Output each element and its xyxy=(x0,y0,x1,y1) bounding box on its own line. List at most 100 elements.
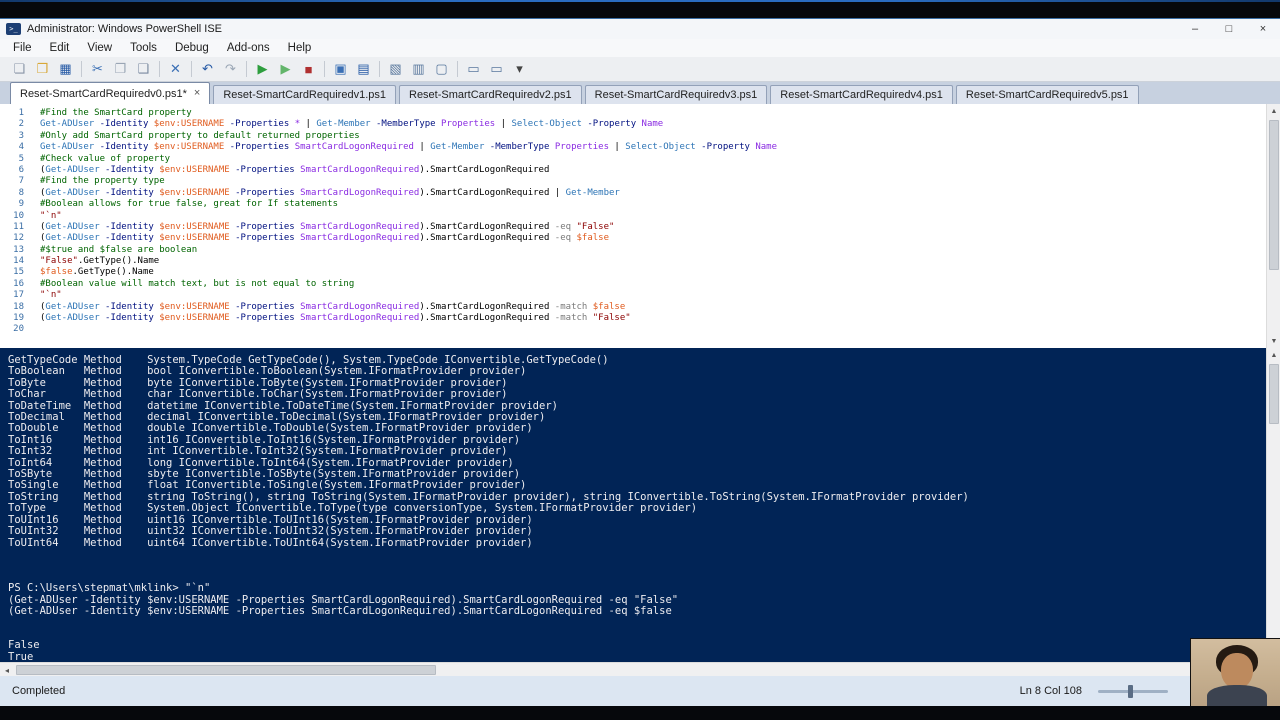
scroll-down-icon[interactable]: ▼ xyxy=(1267,334,1280,348)
editor-line[interactable]: 2Get-ADUser -Identity $env:USERNAME -Pro… xyxy=(0,119,1280,130)
menu-tools[interactable]: Tools xyxy=(121,39,166,57)
video-top-edge xyxy=(0,0,1280,2)
status-text: Completed xyxy=(12,685,65,697)
script-pane-max-button[interactable]: ▢ xyxy=(430,59,453,80)
code-text: #Find the SmartCard property xyxy=(40,108,192,119)
menu-edit[interactable]: Edit xyxy=(41,39,79,57)
code-text: #Boolean value will match text, but is n… xyxy=(40,279,354,290)
code-text: "`n" xyxy=(40,290,62,301)
line-number: 3 xyxy=(0,131,40,142)
toolbar-separator xyxy=(379,61,380,77)
tab-label: Reset-SmartCardRequiredv4.ps1 xyxy=(780,89,943,101)
show-command-window-button[interactable]: ▭ xyxy=(462,59,485,80)
script-editor-pane[interactable]: 1#Find the SmartCard property2Get-ADUser… xyxy=(0,104,1280,348)
line-number: 11 xyxy=(0,222,40,233)
editor-line[interactable]: 14"False".GetType().Name xyxy=(0,256,1280,267)
close-button[interactable]: × xyxy=(1246,19,1280,39)
menu-file[interactable]: File xyxy=(4,39,41,57)
scroll-up-icon[interactable]: ▲ xyxy=(1267,104,1280,118)
editor-line[interactable]: 6(Get-ADUser -Identity $env:USERNAME -Pr… xyxy=(0,165,1280,176)
editor-line[interactable]: 15$false.GetType().Name xyxy=(0,267,1280,278)
line-number: 17 xyxy=(0,290,40,301)
minimize-button[interactable]: – xyxy=(1178,19,1212,39)
zoom-slider[interactable] xyxy=(1098,690,1168,693)
app-icon: >_ xyxy=(6,23,21,35)
editor-line[interactable]: 7#Find the property type xyxy=(0,176,1280,187)
script-pane-right-button[interactable]: ▥ xyxy=(407,59,430,80)
toolbar-separator xyxy=(81,61,82,77)
line-number: 5 xyxy=(0,154,40,165)
zoom-slider-thumb[interactable] xyxy=(1128,685,1133,698)
screen: >_ Administrator: Windows PowerShell ISE… xyxy=(0,0,1280,720)
editor-line[interactable]: 20 xyxy=(0,324,1280,335)
console-scrollbar[interactable]: ▲ ▼ xyxy=(1266,348,1280,662)
toolbar-overflow-button[interactable]: ▾ xyxy=(508,59,531,80)
editor-line[interactable]: 9#Boolean allows for true false, great f… xyxy=(0,199,1280,210)
console-scroll-thumb[interactable] xyxy=(1269,364,1279,424)
menu-debug[interactable]: Debug xyxy=(166,39,218,57)
line-number: 2 xyxy=(0,119,40,130)
menu-view[interactable]: View xyxy=(78,39,121,57)
paste-button[interactable]: ❑ xyxy=(132,59,155,80)
tab-script-5[interactable]: Reset-SmartCardRequiredv5.ps1 xyxy=(956,85,1139,104)
line-number: 9 xyxy=(0,199,40,210)
tab-script-0[interactable]: Reset-SmartCardRequiredv0.ps1* × xyxy=(10,82,210,104)
editor-line[interactable]: 11(Get-ADUser -Identity $env:USERNAME -P… xyxy=(0,222,1280,233)
tab-script-1[interactable]: Reset-SmartCardRequiredv1.ps1 xyxy=(213,85,396,104)
run-selection-button[interactable]: ▶ xyxy=(274,59,297,80)
editor-line[interactable]: 12(Get-ADUser -Identity $env:USERNAME -P… xyxy=(0,233,1280,244)
console-pane[interactable]: GetTypeCode Method System.TypeCode GetTy… xyxy=(0,348,1280,662)
editor-line[interactable]: 5#Check value of property xyxy=(0,154,1280,165)
editor-line[interactable]: 8(Get-ADUser -Identity $env:USERNAME -Pr… xyxy=(0,188,1280,199)
tab-close-icon[interactable]: × xyxy=(194,88,200,99)
script-pane-top-button[interactable]: ▧ xyxy=(384,59,407,80)
editor-scrollbar[interactable]: ▲ ▼ xyxy=(1266,104,1280,348)
line-number: 19 xyxy=(0,313,40,324)
editor-lines: 1#Find the SmartCard property2Get-ADUser… xyxy=(0,104,1280,336)
editor-line[interactable]: 4Get-ADUser -Identity $env:USERNAME -Pro… xyxy=(0,142,1280,153)
open-script-button[interactable]: ❒ xyxy=(31,59,54,80)
editor-line[interactable]: 19(Get-ADUser -Identity $env:USERNAME -P… xyxy=(0,313,1280,324)
person-body xyxy=(1207,685,1267,706)
tab-script-4[interactable]: Reset-SmartCardRequiredv4.ps1 xyxy=(770,85,953,104)
run-script-button[interactable]: ▶ xyxy=(251,59,274,80)
tab-label: Reset-SmartCardRequiredv0.ps1* xyxy=(20,88,187,100)
window-controls: – □ × xyxy=(1178,19,1280,39)
redo-button[interactable]: ↷ xyxy=(219,59,242,80)
editor-line[interactable]: 16#Boolean value will match text, but is… xyxy=(0,279,1280,290)
editor-line[interactable]: 17"`n" xyxy=(0,290,1280,301)
line-number: 20 xyxy=(0,324,40,335)
clear-console-button[interactable]: ✕ xyxy=(164,59,187,80)
editor-line[interactable]: 18(Get-ADUser -Identity $env:USERNAME -P… xyxy=(0,302,1280,313)
horizontal-scroll-thumb[interactable] xyxy=(16,665,436,675)
editor-line[interactable]: 13#$true and $false are boolean xyxy=(0,245,1280,256)
new-script-button[interactable]: ❏ xyxy=(8,59,31,80)
tab-script-3[interactable]: Reset-SmartCardRequiredv3.ps1 xyxy=(585,85,768,104)
maximize-button[interactable]: □ xyxy=(1212,19,1246,39)
editor-line[interactable]: 10"`n" xyxy=(0,211,1280,222)
horizontal-scrollbar[interactable]: ◂ ▸ xyxy=(0,662,1280,676)
menu-add-ons[interactable]: Add-ons xyxy=(218,39,279,57)
code-text: $false.GetType().Name xyxy=(40,267,154,278)
start-powershell-button[interactable]: ▤ xyxy=(352,59,375,80)
copy-button[interactable]: ❐ xyxy=(109,59,132,80)
editor-line[interactable]: 3#Only add SmartCard property to default… xyxy=(0,131,1280,142)
line-number: 14 xyxy=(0,256,40,267)
console-output: GetTypeCode Method System.TypeCode GetTy… xyxy=(0,348,1280,662)
scroll-left-icon[interactable]: ◂ xyxy=(0,663,14,677)
editor-line[interactable]: 1#Find the SmartCard property xyxy=(0,108,1280,119)
tab-script-2[interactable]: Reset-SmartCardRequiredv2.ps1 xyxy=(399,85,582,104)
show-console-button[interactable]: ▭ xyxy=(485,59,508,80)
save-button[interactable]: ▦ xyxy=(54,59,77,80)
toolbar-separator xyxy=(159,61,160,77)
new-remote-tab-button[interactable]: ▣ xyxy=(329,59,352,80)
menu-help[interactable]: Help xyxy=(279,39,321,57)
scroll-up-icon[interactable]: ▲ xyxy=(1267,348,1280,362)
cut-button[interactable]: ✂ xyxy=(86,59,109,80)
stop-operation-button[interactable]: ■ xyxy=(297,59,320,80)
editor-scroll-thumb[interactable] xyxy=(1269,120,1279,270)
title-bar[interactable]: >_ Administrator: Windows PowerShell ISE… xyxy=(0,18,1280,39)
webcam-overlay xyxy=(1190,638,1280,706)
undo-button[interactable]: ↶ xyxy=(196,59,219,80)
line-number: 10 xyxy=(0,211,40,222)
